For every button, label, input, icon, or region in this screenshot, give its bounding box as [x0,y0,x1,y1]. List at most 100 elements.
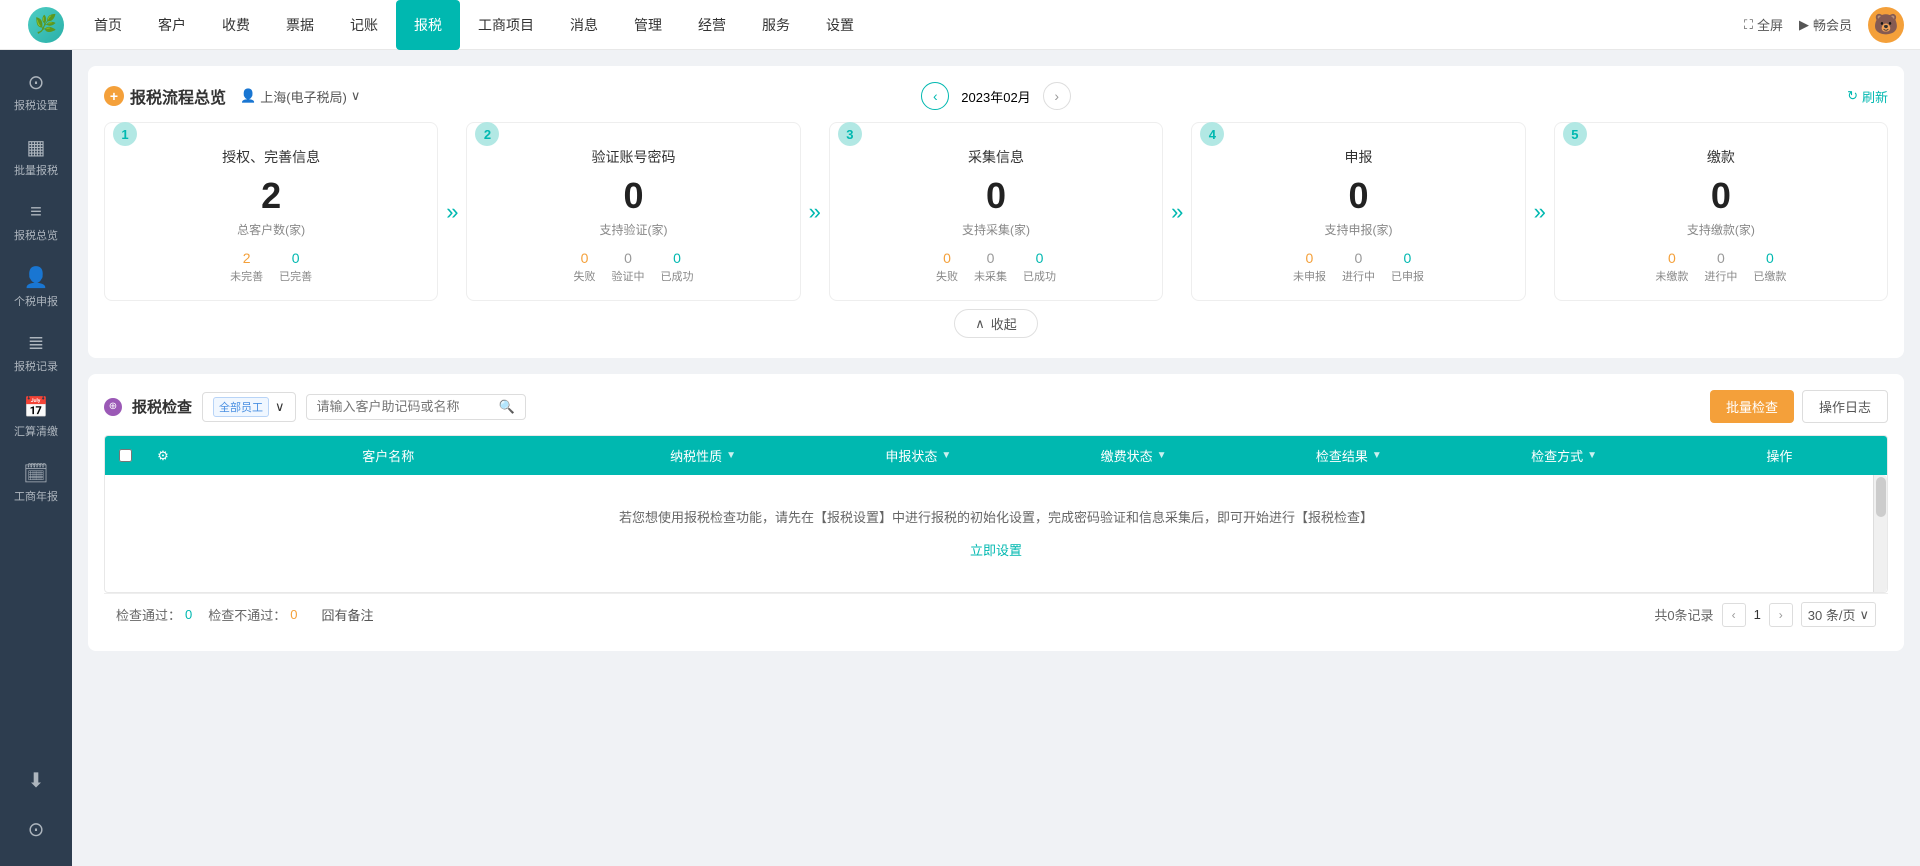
step-name-3: 采集信息 [968,147,1024,167]
process-title: 报税流程总览 [130,84,226,108]
stat-2-2[interactable]: 0 已成功 [661,250,694,284]
taxcheck-title: 报税检查 [132,396,192,417]
nav-message[interactable]: 消息 [552,0,616,50]
prev-page-button[interactable]: ‹ [1722,603,1746,627]
step-arrow-1: » [438,122,466,301]
next-page-button[interactable]: › [1769,603,1793,627]
process-header: + 报税流程总览 👤 上海(电子税局) ∨ ‹ 2023年02月 › ↻ [104,82,1888,110]
nav-management[interactable]: 管理 [616,0,680,50]
stat-1-1[interactable]: 0 已完善 [279,250,312,284]
sidebar-item-tax-overview[interactable]: ≡ 报税总览 [0,188,72,253]
staff-selector[interactable]: 全部员工 ∨ [202,392,296,422]
nav-invoice[interactable]: 票据 [268,0,332,50]
sidebar-label-tax-overview: 报税总览 [14,230,58,243]
chevron-down-icon: ∨ [351,88,361,104]
stat-num-5-0: 0 [1668,250,1676,266]
step-num-1: 1 [113,122,137,146]
sidebar-item-batch-tax[interactable]: ▦ 批量报税 [0,123,72,188]
location-selector[interactable]: 👤 上海(电子税局) ∨ [240,87,360,106]
step-bignum-2: 0 [624,175,644,217]
step-arrow-4: » [1526,122,1554,301]
stat-label-2-2: 已成功 [661,268,694,284]
sidebar-download-button[interactable]: ⬇ [20,760,53,801]
stat-2-0[interactable]: 0 失败 [574,250,596,284]
collapse-label: 收起 [991,314,1017,333]
nav-industry[interactable]: 工商项目 [460,0,552,50]
prev-month-button[interactable]: ‹ [921,82,949,110]
nav-tax[interactable]: 报税 [396,0,460,50]
fullscreen-button[interactable]: ⛶ 全屏 [1744,15,1783,34]
th-gear[interactable]: ⚙ [145,436,181,475]
logo: 🌿 [16,7,76,43]
stat-label-2-1: 验证中 [612,268,645,284]
nav-bookkeeping[interactable]: 记账 [332,0,396,50]
sidebar-label-batch-tax: 批量报税 [14,165,58,178]
stat-5-2[interactable]: 0 已缴款 [1753,250,1786,284]
nav-operation[interactable]: 经营 [680,0,744,50]
step-bignum-1: 2 [261,175,281,217]
nav-service[interactable]: 服务 [744,0,808,50]
nav-settings[interactable]: 设置 [808,0,872,50]
stat-3-1[interactable]: 0 未采集 [974,250,1007,284]
stat-5-1[interactable]: 0 进行中 [1704,250,1737,284]
step-num-2: 2 [475,122,499,146]
stat-num-4-0: 0 [1306,250,1314,266]
filter-icon-2[interactable]: ▼ [941,450,951,461]
filter-icon-1[interactable]: ▼ [726,450,736,461]
select-all-checkbox[interactable] [119,449,132,462]
th-checkbox[interactable] [105,436,145,475]
stat-label-5-1: 进行中 [1704,268,1737,284]
collapse-button[interactable]: ∧ 收起 [954,309,1038,338]
table-header: ⚙ 客户名称 纳税性质 ▼ 申报状态 ▼ 缴费状态 ▼ [105,436,1887,475]
stat-4-0[interactable]: 0 未申报 [1293,250,1326,284]
per-page-selector[interactable]: 30 条/页 ∨ [1801,602,1876,627]
search-input[interactable] [317,399,493,414]
nav-fee[interactable]: 收费 [204,0,268,50]
fail-num[interactable]: 0 [290,607,297,622]
filter-icon-5[interactable]: ▼ [1587,450,1597,461]
stat-label-3-2: 已成功 [1023,268,1056,284]
stat-4-2[interactable]: 0 已申报 [1391,250,1424,284]
step-num-5: 5 [1563,122,1587,146]
sidebar-item-annual-report[interactable]: 🗓 工商年报 [0,449,72,514]
step-stats-2: 0 失败 0 验证中 0 已成功 [574,250,694,284]
nav-customer[interactable]: 客户 [140,0,204,50]
stat-5-0[interactable]: 0 未缴款 [1655,250,1688,284]
sidebar-item-tax-settings[interactable]: ⊙ 报税设置 [0,58,72,123]
sidebar-item-reconciliation[interactable]: 📅 汇算清缴 [0,384,72,449]
stat-num-1-1: 0 [292,250,300,266]
step-stats-1: 2 未完善 0 已完善 [230,250,312,284]
nav-right: ⛶ 全屏 ▶ 畅会员 🐻 [1744,7,1904,43]
avatar[interactable]: 🐻 [1868,7,1904,43]
scrollbar[interactable] [1873,475,1887,592]
refresh-icon: ↻ [1847,88,1858,104]
th-operation: 操作 [1672,436,1887,475]
setup-link[interactable]: 立即设置 [970,543,1022,558]
refresh-button[interactable]: ↻ 刷新 [1847,87,1888,106]
nav-home[interactable]: 首页 [76,0,140,50]
step-card-4: 4 申报 0 支持申报(家) 0 未申报 0 进行中 [1191,122,1525,301]
batch-tax-icon: ▦ [22,133,50,161]
operation-log-button[interactable]: 操作日志 [1802,390,1888,423]
filter-icon-3[interactable]: ▼ [1157,450,1167,461]
stat-1-0[interactable]: 2 未完善 [230,250,263,284]
stat-num-2-0: 0 [581,250,589,266]
sidebar-bottom-settings-button[interactable]: ⊙ [20,809,53,850]
stat-3-0[interactable]: 0 失败 [936,250,958,284]
batch-check-button[interactable]: 批量检查 [1710,390,1794,423]
next-month-button[interactable]: › [1043,82,1071,110]
search-box: 🔍 [306,394,526,420]
step-sub-4: 支持申报(家) [1324,221,1392,238]
pass-num[interactable]: 0 [185,607,192,622]
stat-4-1[interactable]: 0 进行中 [1342,250,1375,284]
stat-2-1[interactable]: 0 验证中 [612,250,645,284]
sidebar-item-tax-records[interactable]: ≣ 报税记录 [0,319,72,384]
sidebar-item-personal-tax[interactable]: 👤 个税申报 [0,254,72,319]
vip-button[interactable]: ▶ 畅会员 [1799,15,1852,34]
step-name-5: 缴款 [1707,147,1735,167]
step-name-2: 验证账号密码 [592,147,676,167]
filter-icon-4[interactable]: ▼ [1372,450,1382,461]
search-icon[interactable]: 🔍 [499,399,515,415]
step-stats-3: 0 失败 0 未采集 0 已成功 [936,250,1056,284]
stat-3-2[interactable]: 0 已成功 [1023,250,1056,284]
